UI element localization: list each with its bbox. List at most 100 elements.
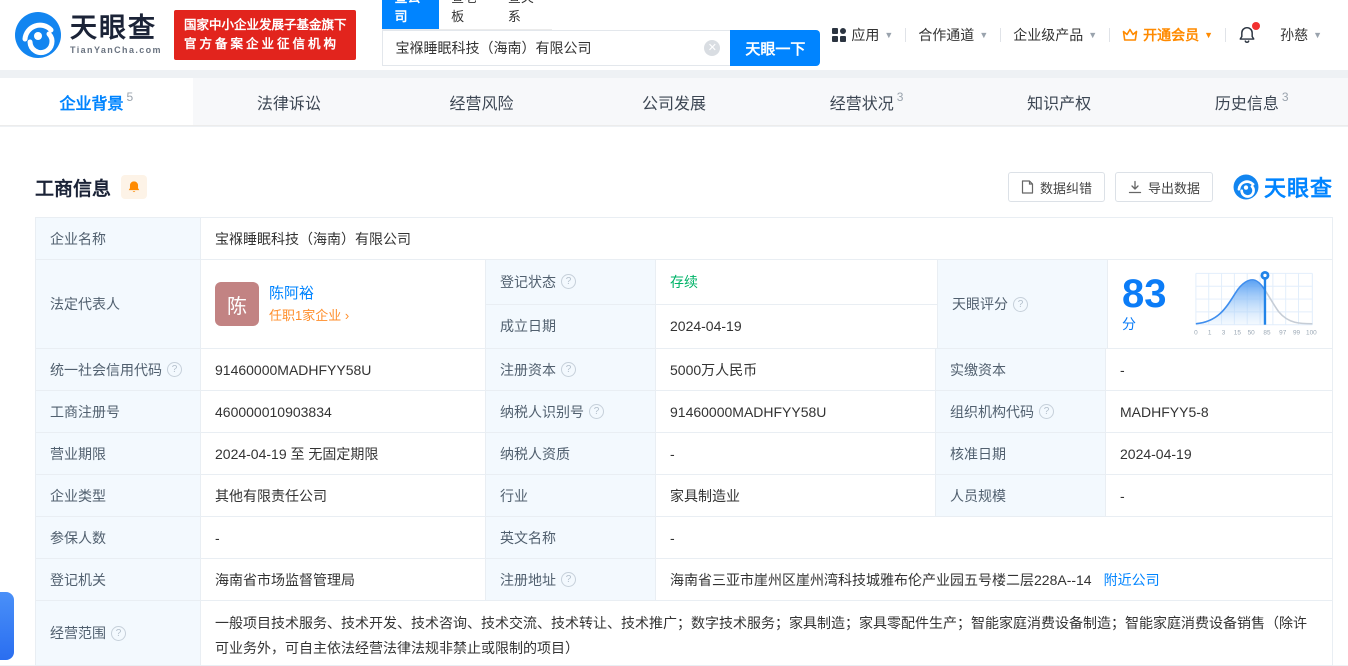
legal-rep-name-link[interactable]: 陈阿裕 [269, 283, 349, 306]
floating-side-widget[interactable] [0, 592, 14, 660]
paid-capital-value: - [1106, 349, 1332, 390]
help-icon[interactable]: ? [561, 362, 576, 377]
address-value-cell: 海南省三亚市崖州区崖州湾科技城雅布伦产业园五号楼二层228A--14 附近公司 [656, 559, 1332, 600]
help-icon[interactable]: ? [561, 274, 576, 290]
tab-intellectual-property[interactable]: 知识产权 [963, 78, 1156, 125]
help-icon[interactable]: ? [589, 404, 604, 419]
score-cell: 83分 0 1 3 15 50 85 97 99 100 [1108, 260, 1332, 348]
tab-count: 3 [896, 89, 904, 104]
legal-rep-avatar[interactable]: 陈 [215, 282, 259, 326]
company-type-value: 其他有限责任公司 [201, 475, 486, 516]
search-button[interactable]: 天眼一下 [730, 30, 821, 66]
scope-value: 一般项目技术服务、技术开发、技术咨询、技术交流、技术转让、技术推广；数字技术服务… [201, 601, 1332, 665]
nav-vip-label: 开通会员 [1143, 27, 1200, 43]
est-date-label: 成立日期 [500, 318, 556, 335]
org-code-label: 组织机构代码 [950, 403, 1034, 420]
term-label: 营业期限 [36, 433, 201, 474]
axis-tick: 3 [1221, 330, 1225, 337]
reg-capital-value: 5000万人民币 [656, 349, 936, 390]
row-registered-address: 登记机关 海南省市场监督管理局 注册地址 ? 海南省三亚市崖州区崖州湾科技城雅布… [36, 559, 1332, 601]
authority-label: 登记机关 [36, 559, 201, 600]
tab-company-development[interactable]: 公司发展 [578, 78, 771, 125]
taxpayer-qual-value: - [656, 433, 936, 474]
reg-status-label-cell: 登记状态 ? [486, 260, 656, 304]
watermark-logo: 天眼查 [1233, 171, 1333, 203]
data-correction-button[interactable]: 数据纠错 [1007, 172, 1105, 202]
en-name-label: 英文名称 [486, 517, 656, 558]
chevron-down-icon: ▼ [1313, 30, 1322, 40]
business-info-table: 企业名称 宝褓睡眠科技（海南）有限公司 法定代表人 陈 陈阿裕 任职1家企业 ›… [35, 217, 1333, 666]
est-date-value: 2024-04-19 [656, 304, 937, 348]
tab-company-background[interactable]: 企业背景 5 [0, 78, 193, 125]
nav-partner-label: 合作通道 [918, 27, 975, 43]
company-detail-tabs: 企业背景 5 法律诉讼 经营风险 公司发展 经营状况 3 知识产权 历史信息 3 [0, 78, 1348, 126]
search-tab-boss[interactable]: 查老板 [439, 0, 496, 29]
taxpayer-no-label-cell: 纳税人识别号 ? [486, 391, 656, 432]
tab-legal-proceedings[interactable]: 法律诉讼 [193, 78, 386, 125]
search-tab-company[interactable]: 查公司 [382, 0, 440, 29]
chevron-down-icon: ▼ [884, 30, 894, 40]
tianyancha-logo-icon [15, 12, 61, 58]
legal-rep-label: 法定代表人 [36, 260, 201, 348]
gov-badge-line1: 国家中小企业发展子基金旗下 [183, 18, 347, 33]
search-input[interactable] [382, 30, 731, 66]
axis-tick: 99 [1293, 330, 1301, 337]
insured-label: 参保人数 [36, 517, 201, 558]
tab-operating-status[interactable]: 经营状况 3 [770, 78, 963, 125]
crown-icon [1122, 28, 1138, 41]
reg-status-value: 存续 [656, 260, 937, 304]
nav-apps[interactable]: 应用 ▼ [820, 25, 905, 45]
taxpayer-no-label: 纳税人识别号 [500, 403, 584, 420]
credit-code-value: 91460000MADHFYY58U [201, 349, 486, 390]
nearby-companies-link[interactable]: 附近公司 [1104, 570, 1160, 590]
help-icon[interactable]: ? [1039, 404, 1054, 419]
tianyancha-logo[interactable]: 天眼查 TianYanCha.com [14, 11, 162, 59]
score-value: 83 [1122, 272, 1167, 316]
industry-label: 行业 [486, 475, 656, 516]
help-icon[interactable]: ? [1013, 296, 1028, 312]
authority-value: 海南省市场监督管理局 [201, 559, 486, 600]
tab-history-info[interactable]: 历史信息 3 [1155, 78, 1348, 125]
row-company-name: 企业名称 宝褓睡眠科技（海南）有限公司 [36, 218, 1332, 260]
nav-open-vip[interactable]: 开通会员 ▼ [1110, 25, 1225, 45]
notifications-bell[interactable] [1226, 22, 1268, 44]
staff-size-value: - [1106, 475, 1332, 516]
reg-capital-label-cell: 注册资本 ? [486, 349, 656, 390]
search-tab-relation[interactable]: 查关系 [496, 0, 553, 29]
help-icon[interactable]: ? [167, 362, 182, 377]
est-date-label-cell: 成立日期 [486, 304, 656, 348]
username: 孙慈 [1280, 27, 1309, 43]
legal-rep-companies-link[interactable]: 任职1家企业 › [269, 306, 349, 326]
gov-certification-badge: 国家中小企业发展子基金旗下 官方备案企业征信机构 [173, 10, 357, 60]
reg-no-value: 460000010903834 [201, 391, 486, 432]
tab-count: 5 [126, 89, 134, 104]
section-header: 工商信息 数据纠错 导出数据 天眼查 [35, 171, 1333, 203]
axis-tick: 97 [1279, 330, 1287, 337]
user-menu[interactable]: 孙慈 ▼ [1268, 25, 1334, 45]
chevron-down-icon: ▼ [1088, 30, 1098, 40]
row-insured-count: 参保人数 - 英文名称 - [36, 517, 1332, 559]
staff-size-label: 人员规模 [936, 475, 1106, 516]
subscribe-bell-button[interactable] [121, 175, 148, 199]
approve-date-label: 核准日期 [936, 433, 1106, 474]
row-company-type: 企业类型 其他有限责任公司 行业 家具制造业 人员规模 - [36, 475, 1332, 517]
nav-enterprise-products[interactable]: 企业级产品 ▼ [1001, 25, 1109, 45]
credit-code-label: 统一社会信用代码 [50, 361, 162, 378]
legal-rep-cell: 陈 陈阿裕 任职1家企业 › [201, 260, 486, 348]
company-name-value: 宝褓睡眠科技（海南）有限公司 [201, 218, 1332, 259]
axis-tick: 85 [1263, 330, 1271, 337]
tab-label: 经营状况 [829, 95, 894, 113]
help-icon[interactable]: ? [111, 625, 126, 641]
tab-operational-risk[interactable]: 经营风险 [385, 78, 578, 125]
taxpayer-qual-label: 纳税人资质 [486, 433, 656, 474]
nav-partner-channel[interactable]: 合作通道 ▼ [906, 25, 1000, 45]
export-data-button[interactable]: 导出数据 [1114, 172, 1213, 202]
watermark-text: 天眼查 [1263, 176, 1333, 201]
score-distribution-chart: 0 1 3 15 50 85 97 99 100 [1194, 270, 1317, 337]
nav-apps-label: 应用 [851, 27, 880, 43]
help-icon[interactable]: ? [561, 572, 576, 587]
top-header: 天眼查 TianYanCha.com 国家中小企业发展子基金旗下 官方备案企业征… [0, 0, 1348, 70]
axis-tick: 1 [1208, 330, 1212, 337]
en-name-value: - [656, 517, 1332, 558]
tab-label: 历史信息 [1214, 95, 1279, 113]
